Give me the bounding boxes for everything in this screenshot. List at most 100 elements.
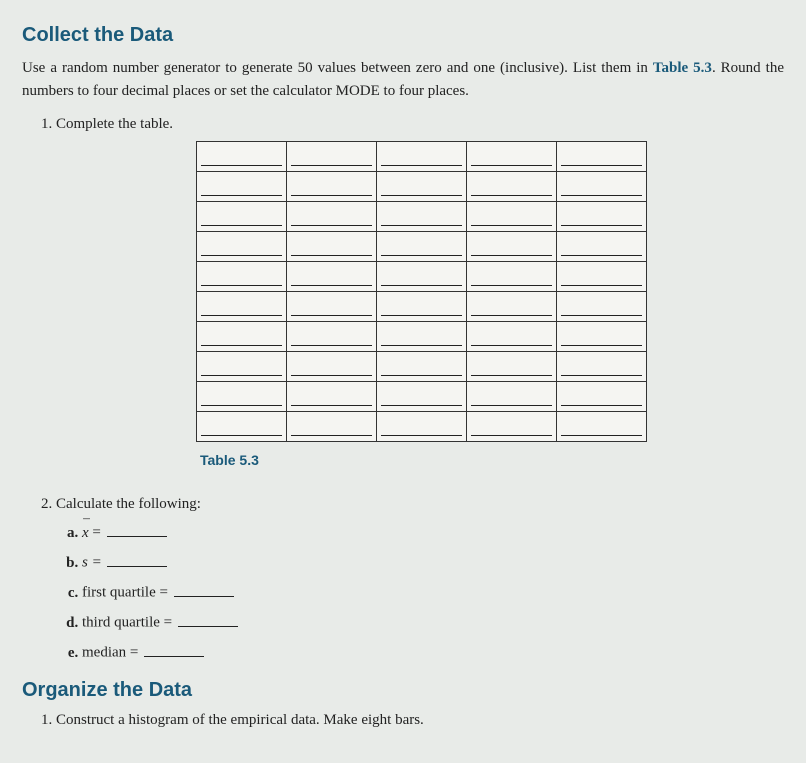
table-row: [197, 382, 647, 412]
table-cell: [287, 382, 377, 412]
step-complete-table: Complete the table. Table 5.3: [56, 116, 784, 468]
table-cell: [287, 262, 377, 292]
table-cell: [197, 262, 287, 292]
blank-line: [381, 285, 462, 286]
data-table: [196, 141, 647, 442]
table-cell: [557, 232, 647, 262]
table-cell: [467, 262, 557, 292]
calc-d-text: third quartile =: [82, 615, 176, 631]
table-caption: Table 5.3: [200, 452, 784, 468]
table-cell: [377, 142, 467, 172]
table-row: [197, 142, 647, 172]
blank-line: [201, 225, 282, 226]
blank-line: [291, 405, 372, 406]
blank-line: [561, 195, 642, 196]
table-cell: [557, 382, 647, 412]
blank-line: [291, 255, 372, 256]
blank-line: [561, 315, 642, 316]
table-cell: [197, 232, 287, 262]
table-row: [197, 322, 647, 352]
blank-line: [471, 165, 552, 166]
blank-line: [381, 375, 462, 376]
table-cell: [287, 202, 377, 232]
calc-a-eq: =: [89, 525, 105, 541]
intro-text-before: Use a random number generator to generat…: [22, 60, 653, 76]
blank-line: [201, 255, 282, 256]
blank-line: [201, 345, 282, 346]
table-cell: [287, 322, 377, 352]
step-calculate: Calculate the following: ¯x = s = first …: [56, 496, 784, 663]
blank-d: [178, 613, 238, 627]
table-cell: [557, 292, 647, 322]
collect-heading: Collect the Data: [22, 24, 784, 47]
blank-line: [471, 375, 552, 376]
calc-e-text: median =: [82, 645, 142, 661]
blank-line: [381, 435, 462, 436]
blank-line: [471, 435, 552, 436]
table-cell: [377, 412, 467, 442]
blank-line: [561, 165, 642, 166]
blank-line: [561, 435, 642, 436]
blank-line: [471, 285, 552, 286]
blank-line: [471, 255, 552, 256]
table-cell: [377, 382, 467, 412]
table-cell: [287, 232, 377, 262]
table-cell: [197, 142, 287, 172]
organize-steps-list: Construct a histogram of the empirical d…: [22, 712, 784, 729]
blank-a: [107, 523, 167, 537]
blank-line: [471, 345, 552, 346]
table-ref-inline: Table 5.3: [653, 60, 712, 76]
calc-xbar: ¯x =: [82, 523, 784, 543]
calc-c-text: first quartile =: [82, 585, 172, 601]
blank-line: [291, 315, 372, 316]
table-cell: [467, 232, 557, 262]
calc-q3: third quartile =: [82, 613, 784, 633]
blank-e: [144, 643, 204, 657]
table-cell: [287, 292, 377, 322]
table-cell: [467, 412, 557, 442]
table-row: [197, 352, 647, 382]
table-cell: [287, 172, 377, 202]
table-cell: [467, 202, 557, 232]
table-cell: [467, 322, 557, 352]
table-cell: [287, 412, 377, 442]
table-cell: [467, 172, 557, 202]
table-cell: [377, 262, 467, 292]
blank-line: [381, 165, 462, 166]
table-cell: [467, 382, 557, 412]
table-cell: [557, 142, 647, 172]
calc-list: ¯x = s = first quartile = third quartile…: [56, 523, 784, 663]
blank-b: [107, 553, 167, 567]
table-cell: [377, 202, 467, 232]
blank-line: [291, 345, 372, 346]
blank-line: [201, 285, 282, 286]
xbar-symbol: ¯x: [82, 524, 89, 544]
blank-line: [561, 285, 642, 286]
table-cell: [377, 232, 467, 262]
blank-line: [291, 165, 372, 166]
blank-line: [381, 225, 462, 226]
blank-line: [291, 285, 372, 286]
table-cell: [197, 172, 287, 202]
table-cell: [287, 142, 377, 172]
organize-heading: Organize the Data: [22, 679, 784, 702]
table-cell: [197, 202, 287, 232]
blank-line: [291, 195, 372, 196]
blank-line: [201, 195, 282, 196]
blank-line: [561, 375, 642, 376]
blank-line: [381, 405, 462, 406]
table-cell: [197, 382, 287, 412]
blank-line: [291, 375, 372, 376]
blank-line: [471, 195, 552, 196]
step1-text: Complete the table.: [56, 116, 173, 132]
table-cell: [197, 322, 287, 352]
table-row: [197, 232, 647, 262]
table-cell: [557, 262, 647, 292]
table-cell: [377, 292, 467, 322]
blank-line: [561, 405, 642, 406]
table-cell: [557, 352, 647, 382]
table-row: [197, 262, 647, 292]
table-cell: [467, 292, 557, 322]
blank-line: [471, 225, 552, 226]
step2-text: Calculate the following:: [56, 496, 201, 512]
